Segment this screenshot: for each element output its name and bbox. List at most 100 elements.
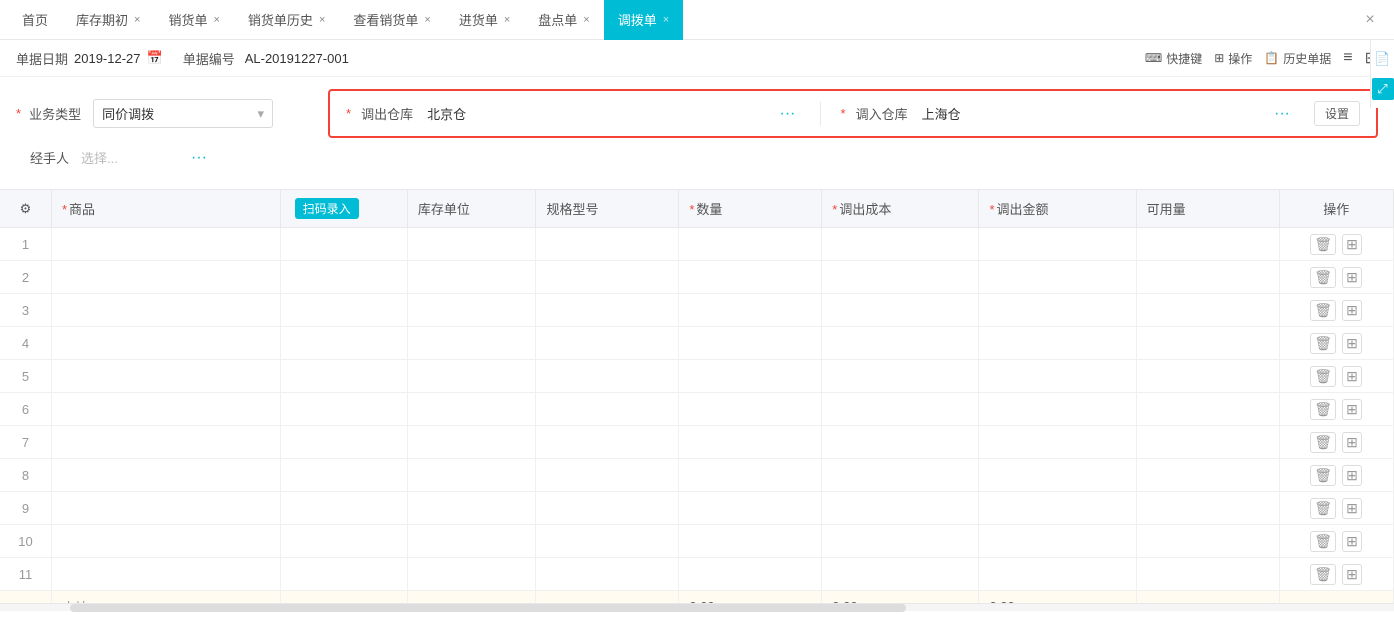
handler-placeholder[interactable]: 选择... (81, 148, 181, 167)
cell-amount[interactable] (979, 426, 1136, 459)
cell-product[interactable] (51, 228, 280, 261)
settings-icon[interactable]: ⚙ (20, 201, 32, 216)
cell-cost[interactable] (822, 294, 979, 327)
cell-amount[interactable] (979, 360, 1136, 393)
cell-product[interactable] (51, 525, 280, 558)
setting-button[interactable]: 设置 (1314, 101, 1360, 126)
copy-row-button[interactable]: ⊞ (1342, 531, 1362, 552)
cell-qty[interactable] (679, 228, 822, 261)
tab-inventory-init[interactable]: 库存期初× (62, 0, 154, 40)
cell-spec[interactable] (536, 558, 679, 591)
sidebar-expand-icon[interactable]: ⤢ (1372, 78, 1394, 100)
cell-product[interactable] (51, 492, 280, 525)
copy-row-button[interactable]: ⊞ (1342, 465, 1362, 486)
cell-spec[interactable] (536, 261, 679, 294)
cell-amount[interactable] (979, 261, 1136, 294)
cell-spec[interactable] (536, 492, 679, 525)
cell-qty[interactable] (679, 492, 822, 525)
cell-available[interactable] (1136, 360, 1279, 393)
cell-cost[interactable] (822, 228, 979, 261)
tab-close-transfer[interactable]: × (663, 14, 669, 26)
cell-amount[interactable] (979, 327, 1136, 360)
cell-unit[interactable] (407, 558, 536, 591)
cell-unit[interactable] (407, 492, 536, 525)
cell-qty[interactable] (679, 426, 822, 459)
sidebar-doc-icon[interactable]: 📄 (1372, 48, 1394, 70)
cell-available[interactable] (1136, 327, 1279, 360)
cell-product[interactable] (51, 558, 280, 591)
cell-qty[interactable] (679, 525, 822, 558)
copy-row-button[interactable]: ⊞ (1342, 267, 1362, 288)
calendar-icon[interactable]: 📅 (147, 50, 163, 66)
tab-close-sales-history[interactable]: × (319, 14, 325, 26)
cell-qty[interactable] (679, 459, 822, 492)
cell-amount[interactable] (979, 393, 1136, 426)
cell-spec[interactable] (536, 228, 679, 261)
tab-transfer[interactable]: 调拨单× (604, 0, 683, 40)
cell-amount[interactable] (979, 228, 1136, 261)
cell-product[interactable] (51, 426, 280, 459)
cell-amount[interactable] (979, 294, 1136, 327)
cell-cost[interactable] (822, 492, 979, 525)
cell-cost[interactable] (822, 327, 979, 360)
cell-unit[interactable] (407, 294, 536, 327)
business-type-select[interactable]: 同价调拨 ▾ (93, 99, 273, 128)
cell-spec[interactable] (536, 360, 679, 393)
scan-entry-button[interactable]: 扫码录入 (295, 198, 359, 219)
operations-btn[interactable]: ⊞ 操作 (1214, 50, 1252, 67)
cell-unit[interactable] (407, 393, 536, 426)
cell-qty[interactable] (679, 360, 822, 393)
cell-available[interactable] (1136, 393, 1279, 426)
cell-cost[interactable] (822, 360, 979, 393)
warehouse-out-ellipsis[interactable]: ··· (776, 105, 800, 123)
delete-row-button[interactable]: 🗑 (1310, 333, 1336, 354)
copy-row-button[interactable]: ⊞ (1342, 366, 1362, 387)
cell-amount[interactable] (979, 492, 1136, 525)
cell-available[interactable] (1136, 492, 1279, 525)
cell-amount[interactable] (979, 558, 1136, 591)
cell-cost[interactable] (822, 558, 979, 591)
cell-qty[interactable] (679, 261, 822, 294)
cell-available[interactable] (1136, 558, 1279, 591)
tab-close-view-sales[interactable]: × (424, 14, 430, 26)
cell-amount[interactable] (979, 525, 1136, 558)
shortcut-btn[interactable]: ⌨ 快捷键 (1145, 50, 1202, 67)
cell-cost[interactable] (822, 459, 979, 492)
cell-available[interactable] (1136, 261, 1279, 294)
tab-close-sales-order[interactable]: × (213, 14, 219, 26)
delete-row-button[interactable]: 🗑 (1310, 300, 1336, 321)
copy-row-button[interactable]: ⊞ (1342, 300, 1362, 321)
delete-row-button[interactable]: 🗑 (1310, 234, 1336, 255)
cell-available[interactable] (1136, 426, 1279, 459)
tab-stocktake[interactable]: 盘点单× (524, 0, 603, 40)
scroll-bar-inner[interactable] (70, 604, 906, 612)
cell-product[interactable] (51, 459, 280, 492)
window-close-button[interactable]: × (1354, 4, 1386, 36)
delete-row-button[interactable]: 🗑 (1310, 531, 1336, 552)
cell-available[interactable] (1136, 459, 1279, 492)
delete-row-button[interactable]: 🗑 (1310, 366, 1336, 387)
copy-row-button[interactable]: ⊞ (1342, 432, 1362, 453)
delete-row-button[interactable]: 🗑 (1310, 267, 1336, 288)
cell-cost[interactable] (822, 525, 979, 558)
cell-cost[interactable] (822, 426, 979, 459)
cell-product[interactable] (51, 327, 280, 360)
tab-purchase-order[interactable]: 进货单× (445, 0, 524, 40)
tab-sales-history[interactable]: 销货单历史× (234, 0, 339, 40)
cell-available[interactable] (1136, 294, 1279, 327)
warehouse-in-ellipsis[interactable]: ··· (1270, 105, 1294, 123)
cell-qty[interactable] (679, 558, 822, 591)
cell-product[interactable] (51, 261, 280, 294)
cell-unit[interactable] (407, 426, 536, 459)
handler-ellipsis[interactable]: ··· (187, 149, 211, 167)
cell-product[interactable] (51, 393, 280, 426)
tab-close-purchase-order[interactable]: × (504, 14, 510, 26)
cell-spec[interactable] (536, 459, 679, 492)
cell-unit[interactable] (407, 261, 536, 294)
copy-row-button[interactable]: ⊞ (1342, 498, 1362, 519)
delete-row-button[interactable]: 🗑 (1310, 465, 1336, 486)
cell-cost[interactable] (822, 393, 979, 426)
tab-close-stocktake[interactable]: × (583, 14, 589, 26)
tab-view-sales[interactable]: 查看销货单× (339, 0, 444, 40)
cell-product[interactable] (51, 360, 280, 393)
